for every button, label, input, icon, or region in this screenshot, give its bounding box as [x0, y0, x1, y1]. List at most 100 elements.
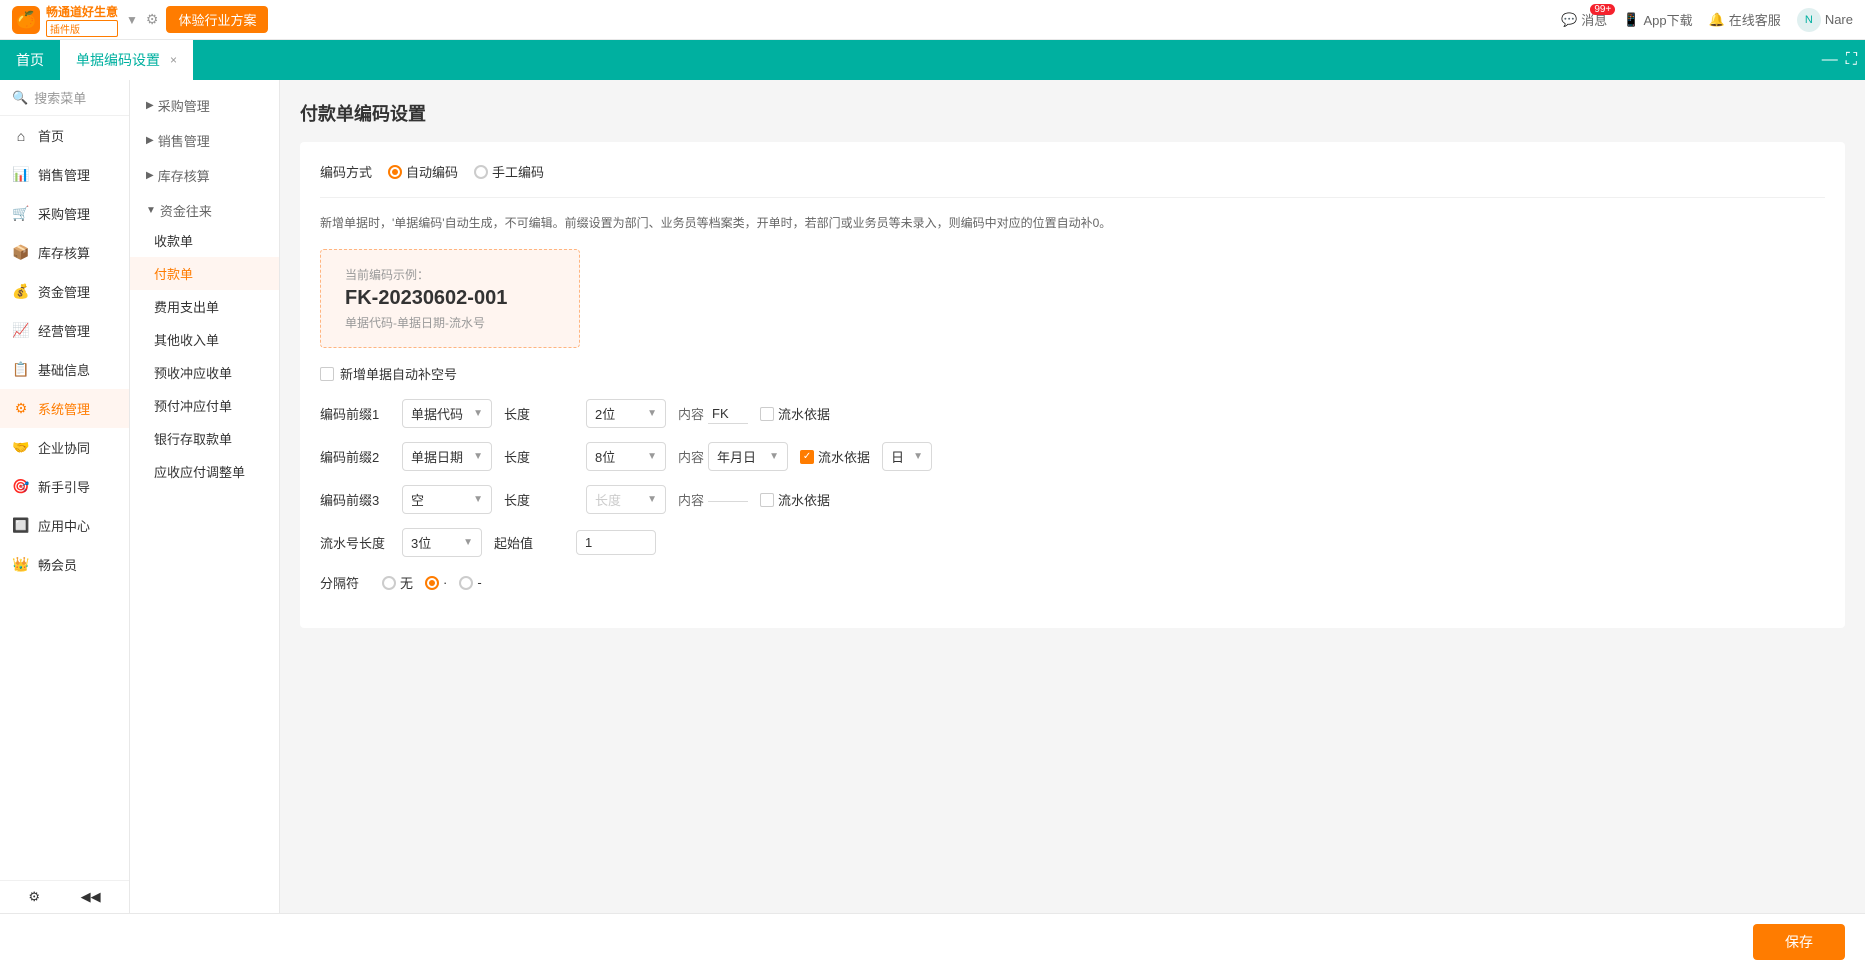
- submenu-item-adjustment[interactable]: 应收应付调整单: [130, 455, 279, 488]
- auto-encode-radio-circle: [388, 165, 402, 179]
- code-example-value: FK-20230602-001: [345, 287, 555, 310]
- submenu-header-purchase[interactable]: ▶ 采购管理: [130, 88, 279, 119]
- length1-select[interactable]: 2位 ▼: [586, 399, 666, 428]
- prefix3-select[interactable]: 空 ▼: [402, 485, 492, 514]
- sidebar-collapse-icon[interactable]: ◀◀: [81, 889, 101, 905]
- sidebar-item-member[interactable]: 👑 畅会员: [0, 545, 129, 584]
- submenu-item-bankdeposit[interactable]: 银行存取款单: [130, 422, 279, 455]
- serial-follow2-checkbox[interactable]: ✓ 流水依据: [800, 447, 870, 466]
- logo-badge: 插件版: [46, 20, 118, 37]
- submenu-item-prepay[interactable]: 预付冲应付单: [130, 389, 279, 422]
- tab-close-icon[interactable]: ×: [170, 53, 177, 67]
- sidebar-item-system[interactable]: ⚙ 系统管理: [0, 389, 129, 428]
- prefix2-label: 编码前缀2: [320, 447, 390, 466]
- fullscreen-button[interactable]: ⛶: [1846, 51, 1857, 69]
- sep-dash-circle: [459, 576, 473, 590]
- auto-fill-row: 新增单据自动补空号: [320, 364, 1825, 383]
- submenu: ▶ 采购管理 ▶ 销售管理 ▶ 库存核算 ▼ 资金往来 收款单 付款单 费用支出…: [130, 80, 280, 913]
- serial-follow2-unit-select[interactable]: 日 ▼: [882, 442, 932, 471]
- length1-label: 长度: [504, 404, 574, 423]
- purchase-icon: 🛒: [12, 205, 30, 223]
- settings-icon[interactable]: ⚙: [146, 11, 159, 28]
- submenu-group-purchase: ▶ 采购管理: [130, 88, 279, 119]
- code-example-label: 当前编码示例：: [345, 266, 555, 283]
- submenu-item-receipt[interactable]: 收款单: [130, 224, 279, 257]
- auto-encode-radio[interactable]: 自动编码: [388, 162, 458, 181]
- page-title: 付款单编码设置: [300, 100, 1845, 126]
- tab-document-encoding[interactable]: 单据编码设置 ×: [60, 40, 193, 80]
- sidebar-item-guide[interactable]: 🎯 新手引导: [0, 467, 129, 506]
- tab-home[interactable]: 首页: [0, 40, 60, 80]
- sidebar-settings-icon[interactable]: ⚙: [28, 889, 40, 905]
- chevron-down-icon3: ▼: [473, 451, 483, 462]
- sidebar-item-finance[interactable]: 💰 资金管理: [0, 272, 129, 311]
- content1-field: 内容 FK: [678, 404, 748, 424]
- submenu-header-inventory[interactable]: ▶ 库存核算: [130, 158, 279, 189]
- length2-select[interactable]: 8位 ▼: [586, 442, 666, 471]
- sep-dash-radio[interactable]: -: [459, 575, 481, 590]
- user-avatar[interactable]: N Nare: [1797, 8, 1853, 32]
- sidebar-item-operations[interactable]: 📈 经营管理: [0, 311, 129, 350]
- try-industry-button[interactable]: 体验行业方案: [166, 6, 268, 33]
- sep-dot-circle: [425, 576, 439, 590]
- sidebar-item-apps[interactable]: 🔲 应用中心: [0, 506, 129, 545]
- submenu-header-sales[interactable]: ▶ 销售管理: [130, 123, 279, 154]
- sidebar-item-basic[interactable]: 📋 基础信息: [0, 350, 129, 389]
- info-text: 新增单据时，'单据编码'自动生成，不可编辑。前缀设置为部门、业务员等档案类，开单…: [320, 214, 1825, 233]
- auto-fill-checkbox[interactable]: [320, 367, 334, 381]
- online-service-button[interactable]: 🔔 在线客服: [1709, 10, 1781, 29]
- serial-follow2-check-icon: ✓: [800, 450, 814, 464]
- submenu-item-otherincome[interactable]: 其他收入单: [130, 323, 279, 356]
- navtabs-actions: — ⛶: [1822, 51, 1865, 69]
- basic-icon: 📋: [12, 361, 30, 379]
- search-menu[interactable]: 🔍 搜索菜单: [0, 80, 129, 116]
- start-value-label: 起始值: [494, 533, 564, 552]
- length3-label: 长度: [504, 490, 574, 509]
- code-example-box: 当前编码示例： FK-20230602-001 单据代码-单据日期-流水号: [320, 249, 580, 348]
- serial-length-label: 流水号长度: [320, 533, 390, 552]
- serial-follow1-checkbox[interactable]: 流水依据: [760, 404, 830, 423]
- prefix2-select[interactable]: 单据日期 ▼: [402, 442, 492, 471]
- prefix1-select[interactable]: 单据代码 ▼: [402, 399, 492, 428]
- logo: 🍊 畅通道好生意 插件版: [12, 3, 118, 37]
- save-button[interactable]: 保存: [1753, 924, 1845, 960]
- sales-icon: 📊: [12, 166, 30, 184]
- sep-none-radio[interactable]: 无: [382, 573, 413, 592]
- content2-select[interactable]: 年月日 ▼: [708, 442, 788, 471]
- serial-follow1-check-icon: [760, 407, 774, 421]
- encode-method-label: 编码方式: [320, 162, 372, 181]
- sep-dot-radio[interactable]: ·: [425, 575, 447, 590]
- minimize-button[interactable]: —: [1822, 51, 1838, 69]
- submenu-item-payment[interactable]: 付款单: [130, 257, 279, 290]
- sidebar-item-inventory[interactable]: 📦 库存核算: [0, 233, 129, 272]
- chevron-down-icon5: ▼: [769, 451, 779, 462]
- avatar: N: [1797, 8, 1821, 32]
- submenu-item-prepayreceive[interactable]: 预收冲应收单: [130, 356, 279, 389]
- sidebar: 🔍 搜索菜单 ⌂ 首页 📊 销售管理 🛒 采购管理 📦 库存核算 💰 资金管理 …: [0, 80, 130, 913]
- sidebar-item-purchase[interactable]: 🛒 采购管理: [0, 194, 129, 233]
- footer: 保存: [0, 913, 1865, 969]
- submenu-item-expense[interactable]: 费用支出单: [130, 290, 279, 323]
- sidebar-bottom: ⚙ ◀◀: [0, 880, 129, 913]
- sidebar-item-coop[interactable]: 🤝 企业协同: [0, 428, 129, 467]
- chevron-down-icon2: ▼: [647, 408, 657, 419]
- submenu-header-capital[interactable]: ▼ 资金往来: [130, 193, 279, 224]
- chevron-down-icon7: ▼: [473, 494, 483, 505]
- app-download-button[interactable]: 📱 App下载: [1623, 10, 1692, 29]
- length2-label: 长度: [504, 447, 574, 466]
- message-badge: 99+: [1590, 4, 1615, 15]
- messages-button[interactable]: 💬 消息 99+: [1561, 10, 1607, 29]
- serial-follow3-checkbox[interactable]: 流水依据: [760, 490, 830, 509]
- serial-follow3-check-icon: [760, 493, 774, 507]
- manual-encode-radio[interactable]: 手工编码: [474, 162, 544, 181]
- sidebar-item-sales[interactable]: 📊 销售管理: [0, 155, 129, 194]
- app-icon: 📱: [1623, 12, 1639, 28]
- serial-length-select[interactable]: 3位 ▼: [402, 528, 482, 557]
- collapse-arrow-icon[interactable]: ▼: [126, 13, 138, 27]
- guide-icon: 🎯: [12, 478, 30, 496]
- prefix1-label: 编码前缀1: [320, 404, 390, 423]
- start-value-input[interactable]: [576, 530, 656, 555]
- sidebar-item-home[interactable]: ⌂ 首页: [0, 116, 129, 155]
- length3-select[interactable]: 长度 ▼: [586, 485, 666, 514]
- logo-text: 畅通道好生意 插件版: [46, 3, 118, 37]
